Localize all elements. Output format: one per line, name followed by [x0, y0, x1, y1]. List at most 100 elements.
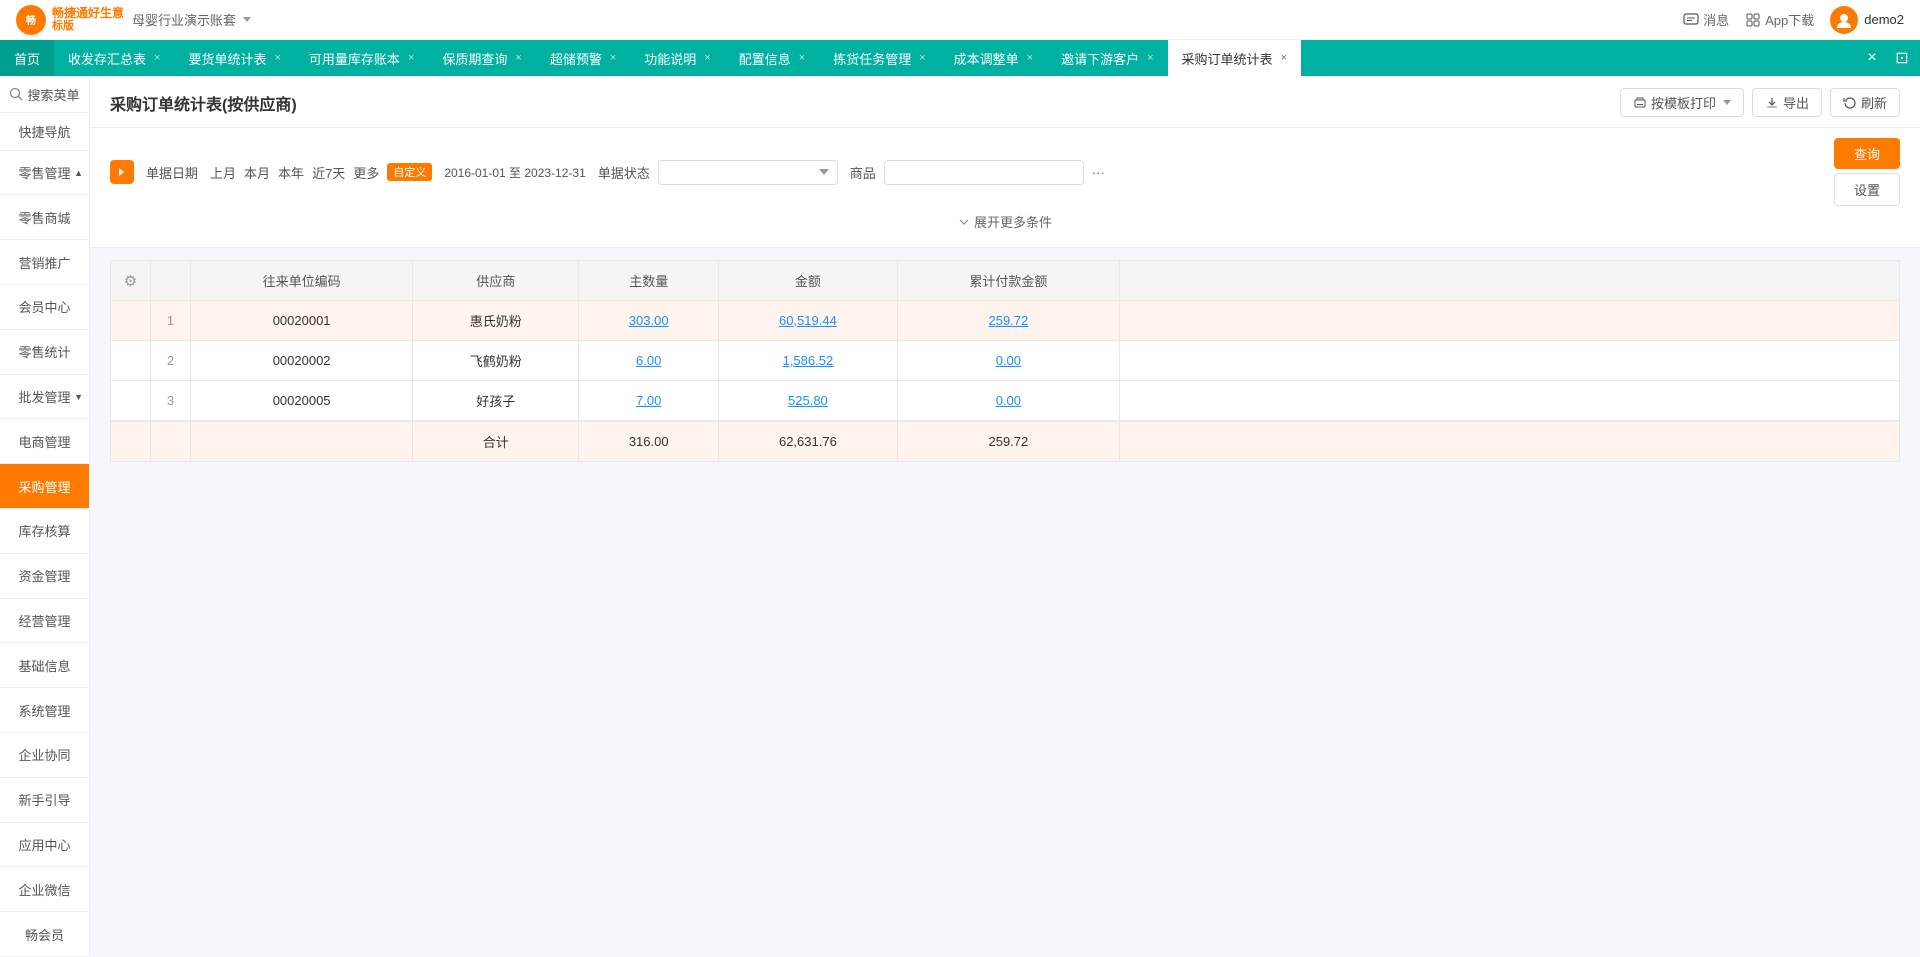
sidebar-item-operations[interactable]: 经营管理 [0, 599, 89, 644]
close-chengben-icon[interactable]: × [1027, 52, 1033, 64]
message-icon [1683, 12, 1699, 28]
filter-area: 单据日期 上月 本月 本年 近7天 更多 自定义 2016-01-01 至 20… [90, 128, 1920, 248]
app-download-button[interactable]: App下载 [1745, 10, 1814, 29]
export-icon [1765, 96, 1779, 110]
supplier-code: 00020002 [191, 341, 413, 381]
sidebar-item-search[interactable]: 搜索英单 [0, 76, 89, 113]
svg-text:畅: 畅 [26, 14, 36, 27]
sidebar-item-basicinfo[interactable]: 基础信息 [0, 643, 89, 688]
status-filter-field: 单据状态 [598, 160, 838, 185]
close-chaochuyujing-icon[interactable]: × [610, 52, 616, 64]
goods-input[interactable] [884, 160, 1084, 185]
tab-home[interactable]: 首页 [0, 40, 54, 76]
amount-link[interactable]: 60,519.44 [779, 313, 837, 328]
shortcut-this-month[interactable]: 本月 [244, 163, 270, 182]
settings-button[interactable]: 设置 [1834, 173, 1900, 206]
tab-peihuorenwu[interactable]: 拣货任务管理 × [819, 40, 939, 76]
sidebar-item-marketing[interactable]: 营销推广 [0, 240, 89, 285]
sidebar-item-system[interactable]: 系统管理 [0, 688, 89, 733]
close-caigou-icon[interactable]: × [1281, 52, 1287, 64]
print-button[interactable]: 按模板打印 [1620, 88, 1744, 117]
footer-qty: 316.00 [579, 421, 719, 462]
qty-link[interactable]: 7.00 [636, 393, 661, 408]
supplier-code: 00020001 [191, 301, 413, 341]
tab-chengben[interactable]: 成本调整单 × [940, 40, 1047, 76]
close-peihuorenwu-icon[interactable]: × [919, 52, 925, 64]
col-amount: 金额 [719, 261, 898, 301]
tab-shoufa[interactable]: 收发存汇总表 × [54, 40, 174, 76]
close-kuyun-icon[interactable]: × [408, 52, 414, 64]
refresh-button[interactable]: 刷新 [1830, 88, 1900, 117]
sidebar-item-member[interactable]: 会员中心 [0, 285, 89, 330]
filter-chevron-icon [119, 168, 124, 176]
sidebar-item-corpwechat[interactable]: 企业微信 [0, 867, 89, 912]
paid-link[interactable]: 0.00 [996, 353, 1021, 368]
shortcut-this-year[interactable]: 本年 [278, 163, 304, 182]
close-peizhi-icon[interactable]: × [799, 52, 805, 64]
sidebar-item-finance[interactable]: 资金管理 [0, 554, 89, 599]
nav-close-button[interactable]: × [1858, 44, 1886, 72]
close-shoufa-icon[interactable]: × [154, 52, 160, 64]
table-settings-icon[interactable]: ⚙ [124, 273, 137, 290]
sidebar-item-retailshop[interactable]: 零售商城 [0, 195, 89, 240]
main-layout: 搜索英单 快捷导航 零售管理 零售商城 营销推广 会员中心 零售统计 批发管理 … [0, 76, 1920, 957]
footer-paid: 259.72 [897, 421, 1119, 462]
page-title-row: 采购订单统计表(按供应商) 按模板打印 导出 刷新 [110, 88, 1900, 117]
sidebar-item-retail[interactable]: 零售管理 [0, 151, 89, 196]
nav-maximize-button[interactable]: ⊡ [1888, 44, 1916, 72]
sidebar-item-ecommerce[interactable]: 电商管理 [0, 419, 89, 464]
close-gongneng-icon[interactable]: × [704, 52, 710, 64]
sidebar-item-wholesale[interactable]: 批发管理 [0, 375, 89, 420]
footer-amount: 62,631.76 [719, 421, 898, 462]
sidebar-item-purchase[interactable]: 采购管理 [0, 464, 89, 509]
tab-caigou[interactable]: 采购订单统计表 × [1168, 40, 1301, 76]
tab-yaohuo[interactable]: 要货单统计表 × [174, 40, 294, 76]
user-profile[interactable]: demo2 [1830, 6, 1904, 34]
amount-link[interactable]: 525.80 [788, 393, 828, 408]
logo-icon: 畅 [16, 5, 46, 35]
shortcut-more[interactable]: 更多 [353, 163, 379, 182]
status-select[interactable] [658, 160, 838, 185]
filter-toggle-button[interactable] [110, 160, 134, 184]
tab-chaochuyujing[interactable]: 超储预警 × [536, 40, 630, 76]
sidebar-item-inventory[interactable]: 库存核算 [0, 509, 89, 554]
search-icon [9, 87, 23, 101]
workspace-chevron-icon [243, 17, 251, 22]
amount-link[interactable]: 1,586.52 [783, 353, 834, 368]
top-bar: 畅 畅捷通好生意 标版 母婴行业演示账套 消息 App下载 demo2 [0, 0, 1920, 40]
qty-link[interactable]: 303.00 [629, 313, 669, 328]
close-yaohuo-icon[interactable]: × [274, 52, 280, 64]
close-yaoqing-icon[interactable]: × [1147, 52, 1153, 64]
top-bar-left: 畅 畅捷通好生意 标版 母婴行业演示账套 [16, 5, 251, 35]
sidebar-item-retailstat[interactable]: 零售统计 [0, 330, 89, 375]
custom-date-badge[interactable]: 自定义 [387, 163, 432, 181]
goods-more-link[interactable]: ··· [1092, 165, 1105, 180]
print-icon [1633, 96, 1647, 110]
paid-link[interactable]: 259.72 [988, 313, 1028, 328]
qty-link[interactable]: 6.00 [636, 353, 661, 368]
close-baozhiqi-icon[interactable]: × [515, 52, 521, 64]
workspace-selector[interactable]: 母婴行业演示账套 [132, 10, 251, 29]
tab-kuyun[interactable]: 可用量库存账本 × [295, 40, 428, 76]
date-range: 2016-01-01 至 2023-12-31 [444, 164, 585, 181]
sidebar-item-quicknav[interactable]: 快捷导航 [0, 113, 89, 150]
shortcut-last-month[interactable]: 上月 [210, 163, 236, 182]
sidebar-item-member2[interactable]: 畅会员 [0, 912, 89, 957]
expand-more-button[interactable]: 展开更多条件 [110, 206, 1900, 237]
sidebar-item-appcenter[interactable]: 应用中心 [0, 823, 89, 868]
app-download-icon [1745, 12, 1761, 28]
page-title: 采购订单统计表(按供应商) [110, 91, 297, 115]
tab-peizhi[interactable]: 配置信息 × [725, 40, 819, 76]
shortcut-7days[interactable]: 近7天 [312, 163, 345, 182]
tab-gongneng[interactable]: 功能说明 × [630, 40, 724, 76]
tab-yaoqing[interactable]: 邀请下游客户 × [1047, 40, 1167, 76]
sidebar-item-newguide[interactable]: 新手引导 [0, 778, 89, 823]
query-button[interactable]: 查询 [1834, 138, 1900, 169]
paid-link[interactable]: 0.00 [996, 393, 1021, 408]
page-header: 采购订单统计表(按供应商) 按模板打印 导出 刷新 [90, 76, 1920, 128]
col-supplier-name: 供应商 [413, 261, 579, 301]
tab-baozhiqi[interactable]: 保质期查询 × [428, 40, 535, 76]
sidebar-item-enterprise[interactable]: 企业协同 [0, 733, 89, 778]
export-button[interactable]: 导出 [1752, 88, 1822, 117]
message-button[interactable]: 消息 [1683, 10, 1729, 29]
